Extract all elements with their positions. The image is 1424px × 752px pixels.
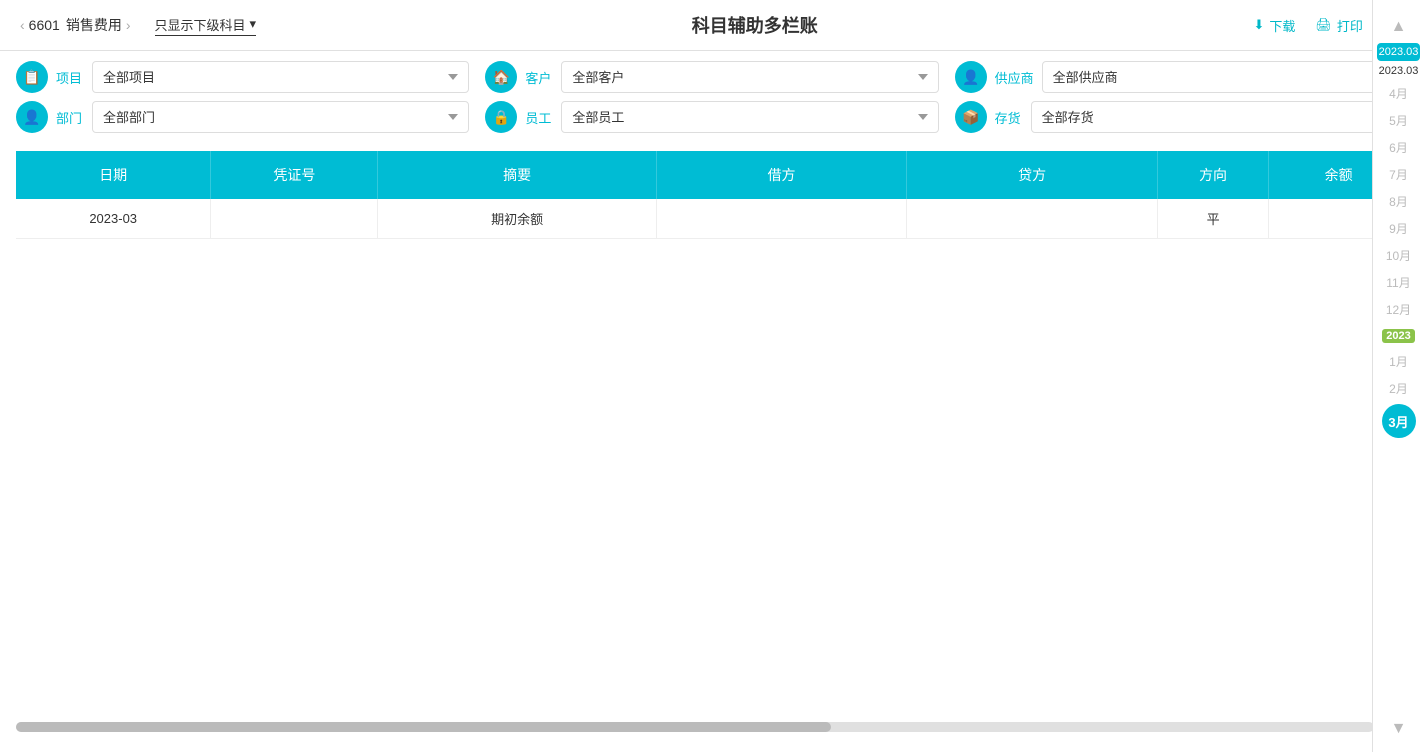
- inventory-label: 存货: [995, 108, 1023, 127]
- timeline-8[interactable]: 8月: [1373, 188, 1424, 215]
- cell-summary: 期初余额: [378, 199, 656, 239]
- timeline-4[interactable]: 4月: [1373, 80, 1424, 107]
- year-badge-2023: 2023: [1382, 329, 1414, 343]
- timeline-period-2[interactable]: 2023.03: [1373, 62, 1424, 80]
- supplier-filter-item: 👤 供应商 全部供应商: [955, 61, 1408, 93]
- table-header-row: 日期 凭证号 摘要 借方 贷方 方向 余额: [16, 151, 1408, 199]
- col-header-credit: 贷方: [907, 151, 1158, 199]
- customer-filter-item: 🏠 客户 全部客户: [485, 61, 938, 93]
- cell-voucher: [211, 199, 378, 239]
- inventory-select[interactable]: 全部存货: [1031, 101, 1408, 133]
- cell-debit: [656, 199, 907, 239]
- supplier-icon: 👤: [955, 61, 987, 93]
- department-select[interactable]: 全部部门: [92, 101, 469, 133]
- timeline-period-1[interactable]: 2023.03: [1377, 43, 1420, 61]
- project-label: 项目: [56, 68, 84, 87]
- account-code-box: 6601 销售费用: [29, 15, 122, 35]
- timeline-7[interactable]: 7月: [1373, 161, 1424, 188]
- show-sub-button[interactable]: 只显示下级科目 ▾: [155, 15, 257, 36]
- data-table: 日期 凭证号 摘要 借方 贷方 方向 余额 2023-03 期初余额 平: [16, 151, 1408, 239]
- timeline-9[interactable]: 9月: [1373, 215, 1424, 242]
- customer-icon: 🏠: [485, 61, 517, 93]
- inventory-icon: 📦: [955, 101, 987, 133]
- supplier-select[interactable]: 全部供应商: [1042, 61, 1408, 93]
- department-label: 部门: [56, 108, 84, 127]
- cell-date: 2023-03: [16, 199, 211, 239]
- col-header-voucher: 凭证号: [211, 151, 378, 199]
- cell-direction: 平: [1157, 199, 1268, 239]
- download-label: 下载: [1269, 16, 1295, 35]
- employee-filter-item: 🔒 员工 全部员工: [485, 101, 938, 133]
- filter-row-2: 👤 部门 全部部门 🔒 员工 全部员工 📦 存货 全部存货: [16, 101, 1408, 133]
- customer-label: 客户: [525, 68, 553, 87]
- col-header-debit: 借方: [656, 151, 907, 199]
- timeline-6[interactable]: 6月: [1373, 134, 1424, 161]
- customer-select[interactable]: 全部客户: [561, 61, 938, 93]
- department-filter-item: 👤 部门 全部部门: [16, 101, 469, 133]
- department-icon: 👤: [16, 101, 48, 133]
- cell-credit: [907, 199, 1158, 239]
- header-bar: ‹ 6601 销售费用 › 只显示下级科目 ▾ 科目辅助多栏账 ⬇ 下载 🖨 打…: [0, 0, 1424, 51]
- project-select[interactable]: 全部项目: [92, 61, 469, 93]
- timeline-5[interactable]: 5月: [1373, 107, 1424, 134]
- employee-label: 员工: [525, 108, 553, 127]
- inventory-filter-item: 📦 存货 全部存货: [955, 101, 1408, 133]
- timeline-12[interactable]: 12月: [1373, 296, 1424, 323]
- employee-icon: 🔒: [485, 101, 517, 133]
- col-header-date: 日期: [16, 151, 211, 199]
- table-wrapper: 日期 凭证号 摘要 借方 贷方 方向 余额 2023-03 期初余额 平: [0, 151, 1424, 239]
- timeline-up-arrow[interactable]: ▲: [1391, 12, 1407, 42]
- timeline-down-arrow[interactable]: ▼: [1391, 714, 1407, 744]
- supplier-label: 供应商: [995, 68, 1034, 87]
- scrollbar-thumb: [16, 722, 831, 732]
- next-arrow[interactable]: ›: [122, 15, 135, 35]
- timeline-2[interactable]: 2月: [1373, 375, 1424, 402]
- employee-select[interactable]: 全部员工: [561, 101, 938, 133]
- main-container: ‹ 6601 销售费用 › 只显示下级科目 ▾ 科目辅助多栏账 ⬇ 下载 🖨 打…: [0, 0, 1424, 752]
- page-title: 科目辅助多栏账: [256, 12, 1253, 38]
- bottom-scrollbar[interactable]: [16, 722, 1374, 732]
- download-icon: ⬇: [1253, 17, 1264, 33]
- account-code: 6601: [29, 17, 60, 33]
- col-header-summary: 摘要: [378, 151, 656, 199]
- prev-arrow[interactable]: ‹: [16, 15, 29, 35]
- download-button[interactable]: ⬇ 下载: [1253, 16, 1295, 35]
- timeline-10[interactable]: 10月: [1373, 242, 1424, 269]
- col-header-direction: 方向: [1157, 151, 1268, 199]
- print-button[interactable]: 🖨 打印: [1315, 16, 1363, 35]
- print-label: 打印: [1337, 16, 1363, 35]
- timeline-1[interactable]: 1月: [1373, 348, 1424, 375]
- timeline-3-active[interactable]: 3月: [1382, 404, 1416, 438]
- table-row: 2023-03 期初余额 平: [16, 199, 1408, 239]
- print-icon: 🖨: [1315, 17, 1332, 33]
- project-filter-item: 📋 项目 全部项目: [16, 61, 469, 93]
- filter-row-1: 📋 项目 全部项目 🏠 客户 全部客户 👤 供应商 全部供应商: [16, 61, 1408, 93]
- timeline-panel: ▲ 2023.03 2023.03 4月 5月 6月 7月 8月 9月 10月 …: [1372, 0, 1424, 752]
- account-name: 销售费用: [66, 15, 122, 35]
- filter-bar: 📋 项目 全部项目 🏠 客户 全部客户 👤 供应商 全部供应商: [0, 51, 1424, 151]
- timeline-11[interactable]: 11月: [1373, 269, 1424, 296]
- project-icon: 📋: [16, 61, 48, 93]
- show-sub-label: 只显示下级科目: [155, 15, 246, 34]
